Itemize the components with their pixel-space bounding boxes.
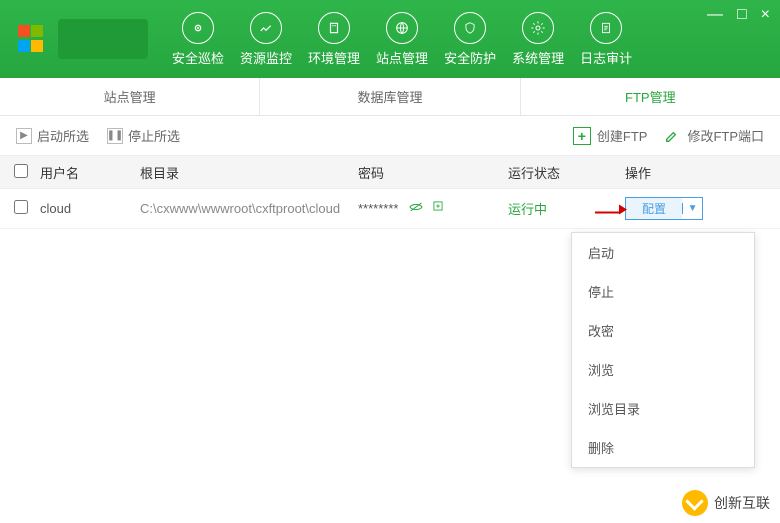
building-icon <box>318 12 350 44</box>
sub-tabs: 站点管理 数据库管理 FTP管理 <box>0 78 780 116</box>
nav-label: 安全防护 <box>444 48 496 67</box>
config-button[interactable]: 配置 ▼ <box>625 197 703 220</box>
nav-site-manage[interactable]: 站点管理 <box>376 12 428 67</box>
config-dropdown-menu: 启动 停止 改密 浏览 浏览目录 删除 <box>571 232 755 468</box>
menu-change-pwd[interactable]: 改密 <box>572 311 754 350</box>
app-header: 安全巡检 资源监控 环境管理 站点管理 安全防护 系统管理 日志审计 — □ <box>0 0 780 78</box>
nav-label: 日志审计 <box>580 48 632 67</box>
col-pwd: 密码 <box>358 163 508 182</box>
table-row: cloud C:\cxwww\wwwroot\cxftproot\cloud *… <box>0 189 780 229</box>
doc-icon <box>590 12 622 44</box>
footer-brand: 创新互联 <box>714 493 770 513</box>
pause-icon: ❚❚ <box>107 128 123 144</box>
nav-label: 环境管理 <box>308 48 360 67</box>
chevron-down-icon[interactable]: ▼ <box>682 203 702 214</box>
chart-icon <box>250 12 282 44</box>
menu-delete[interactable]: 删除 <box>572 428 754 467</box>
footer-logo-icon <box>682 490 708 516</box>
col-status: 运行状态 <box>508 163 625 182</box>
edit-icon <box>663 127 681 145</box>
nav-label: 系统管理 <box>512 48 564 67</box>
nav-label: 安全巡检 <box>172 48 224 67</box>
nav-security-protect[interactable]: 安全防护 <box>444 12 496 67</box>
row-checkbox[interactable] <box>14 200 28 214</box>
col-user: 用户名 <box>40 163 140 182</box>
play-icon: ▶ <box>16 128 32 144</box>
brand-text <box>58 19 148 59</box>
cell-user: cloud <box>40 201 140 216</box>
nav-system-manage[interactable]: 系统管理 <box>512 12 564 67</box>
col-ops: 操作 <box>625 163 780 182</box>
globe-icon <box>386 12 418 44</box>
tab-db-manage[interactable]: 数据库管理 <box>260 78 520 115</box>
nav-env-manage[interactable]: 环境管理 <box>308 12 360 67</box>
app-logo <box>18 25 46 53</box>
target-icon <box>182 12 214 44</box>
nav-label: 站点管理 <box>376 48 428 67</box>
shield-icon <box>454 12 486 44</box>
annotation-arrow <box>595 201 627 216</box>
copy-icon[interactable] <box>431 199 445 218</box>
menu-browse-dir[interactable]: 浏览目录 <box>572 389 754 428</box>
ftp-table: 用户名 根目录 密码 运行状态 操作 cloud C:\cxwww\wwwroo… <box>0 155 780 229</box>
nav-log-audit[interactable]: 日志审计 <box>580 12 632 67</box>
window-controls: — □ × <box>707 6 770 24</box>
start-selected-button[interactable]: ▶ 启动所选 <box>16 126 89 145</box>
menu-browse[interactable]: 浏览 <box>572 350 754 389</box>
menu-stop[interactable]: 停止 <box>572 272 754 311</box>
modify-ftp-port-button[interactable]: 修改FTP端口 <box>663 126 764 145</box>
toolbar: ▶ 启动所选 ❚❚ 停止所选 + 创建FTP 修改FTP端口 <box>0 116 780 155</box>
table-header: 用户名 根目录 密码 运行状态 操作 <box>0 155 780 189</box>
col-root: 根目录 <box>140 163 358 182</box>
tab-ftp-manage[interactable]: FTP管理 <box>521 78 780 115</box>
menu-start[interactable]: 启动 <box>572 233 754 272</box>
plus-icon: + <box>573 127 591 145</box>
cell-pwd: ******** <box>358 201 398 216</box>
stop-selected-button[interactable]: ❚❚ 停止所选 <box>107 126 180 145</box>
toggle-visibility-icon[interactable] <box>408 199 424 218</box>
main-nav: 安全巡检 资源监控 环境管理 站点管理 安全防护 系统管理 日志审计 <box>172 12 770 67</box>
minimize-button[interactable]: — <box>707 6 723 24</box>
nav-security-inspect[interactable]: 安全巡检 <box>172 12 224 67</box>
nav-resource-monitor[interactable]: 资源监控 <box>240 12 292 67</box>
select-all-checkbox[interactable] <box>14 164 28 178</box>
create-ftp-button[interactable]: + 创建FTP <box>573 126 648 145</box>
nav-label: 资源监控 <box>240 48 292 67</box>
footer: 创新互联 <box>682 483 770 523</box>
tab-site-manage[interactable]: 站点管理 <box>0 78 260 115</box>
gear-icon <box>522 12 554 44</box>
maximize-button[interactable]: □ <box>737 6 747 24</box>
close-button[interactable]: × <box>761 6 770 24</box>
cell-root: C:\cxwww\wwwroot\cxftproot\cloud <box>140 201 358 216</box>
